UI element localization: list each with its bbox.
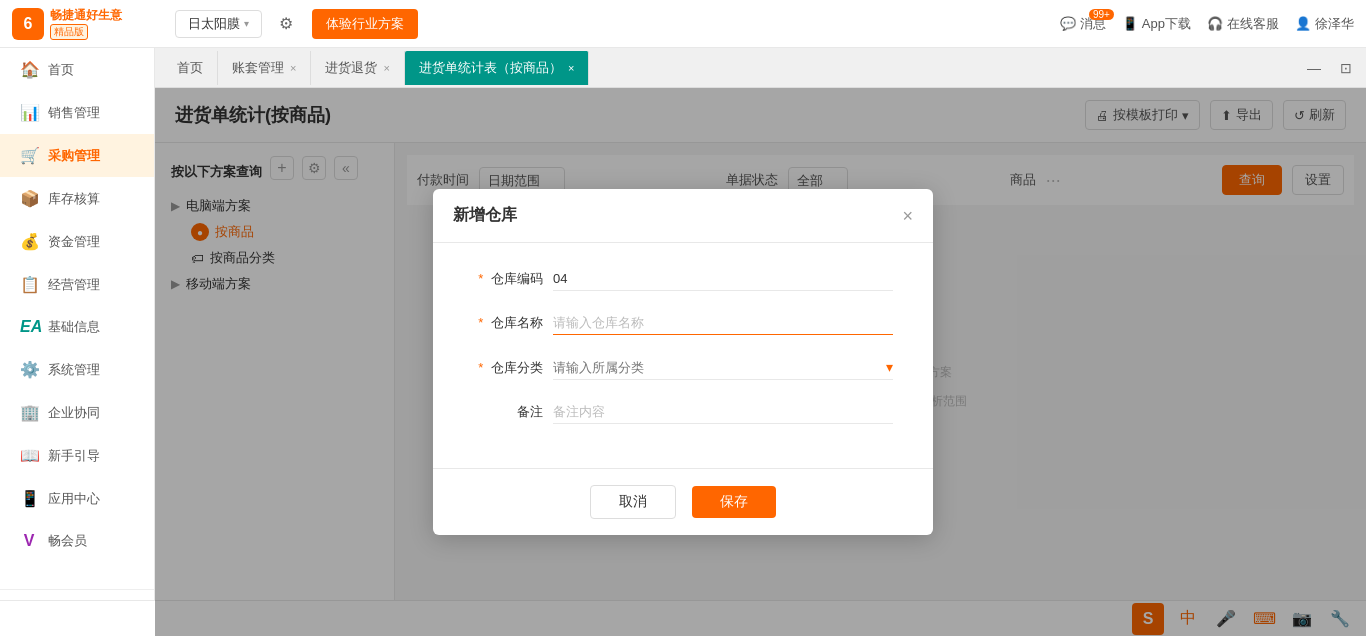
- sidebar-item-inventory[interactable]: 📦 库存核算: [0, 177, 154, 220]
- tab-account[interactable]: 账套管理 ×: [218, 51, 311, 85]
- warehouse-name-row: * 仓库名称: [473, 311, 893, 335]
- sidebar-label-finance: 资金管理: [48, 233, 100, 251]
- tab-bar-controls: — ⊡: [1302, 56, 1358, 80]
- user-avatar-icon: 👤: [1295, 16, 1311, 31]
- sidebar-label-basic-info: 基础信息: [48, 318, 100, 336]
- vip-icon: V: [20, 532, 38, 550]
- tab-close-purchase-stat[interactable]: ×: [568, 62, 574, 74]
- warehouse-category-label: * 仓库分类: [473, 359, 553, 377]
- warehouse-code-label: * 仓库编码: [473, 270, 553, 288]
- warehouse-note-input[interactable]: [553, 400, 893, 424]
- finance-icon: 💰: [20, 232, 38, 251]
- tab-maximize-icon[interactable]: ⊡: [1334, 56, 1358, 80]
- store-selector[interactable]: 日太阳膜 ▾: [175, 10, 262, 38]
- sidebar-item-basic-info[interactable]: EA 基础信息: [0, 306, 154, 348]
- tab-close-purchase-return[interactable]: ×: [383, 62, 389, 74]
- warehouse-code-input[interactable]: [553, 267, 893, 291]
- modal-body: * 仓库编码 * 仓库名称: [433, 243, 933, 468]
- cancel-button[interactable]: 取消: [590, 485, 676, 519]
- purchase-icon: 🛒: [20, 146, 38, 165]
- warehouse-category-row: * 仓库分类 ▾: [473, 355, 893, 380]
- logo-text: 畅捷通好生意 精品版: [50, 7, 122, 40]
- sidebar-item-operations[interactable]: 📋 经营管理: [0, 263, 154, 306]
- home-icon: 🏠: [20, 60, 38, 79]
- tab-minimize-icon[interactable]: —: [1302, 56, 1326, 80]
- sidebar-item-enterprise[interactable]: 🏢 企业协同: [0, 391, 154, 434]
- enterprise-icon: 🏢: [20, 403, 38, 422]
- message-icon: 💬: [1060, 16, 1076, 31]
- sidebar-label-sales: 销售管理: [48, 104, 100, 122]
- online-service-button[interactable]: 🎧 在线客服: [1207, 15, 1279, 33]
- tab-close-account[interactable]: ×: [290, 62, 296, 74]
- purchase-stat-tab-label: 进货单统计表（按商品）: [419, 59, 562, 77]
- sidebar-item-vip[interactable]: V 畅会员: [0, 520, 154, 562]
- app-center-icon: 📱: [20, 489, 38, 508]
- modal-close-button[interactable]: ×: [902, 207, 913, 225]
- sidebar-label-system: 系统管理: [48, 361, 100, 379]
- app-logo-icon: 6: [12, 8, 44, 40]
- sidebar-item-app-center[interactable]: 📱 应用中心: [0, 477, 154, 520]
- top-header: 6 畅捷通好生意 精品版 日太阳膜 ▾ ⚙ 体验行业方案 💬 消息 99+ 📱 …: [0, 0, 1366, 48]
- warehouse-note-row: 备注: [473, 400, 893, 424]
- tab-purchase-stat[interactable]: 进货单统计表（按商品） ×: [405, 51, 589, 85]
- inventory-icon: 📦: [20, 189, 38, 208]
- app-download-button[interactable]: 📱 App下载: [1122, 15, 1191, 33]
- sidebar-item-finance[interactable]: 💰 资金管理: [0, 220, 154, 263]
- warehouse-category-select[interactable]: ▾: [553, 355, 893, 380]
- tab-bar: 首页 账套管理 × 进货退货 × 进货单统计表（按商品） × — ⊡: [155, 48, 1366, 88]
- category-dropdown-icon[interactable]: ▾: [886, 359, 893, 375]
- page-area: 进货单统计(按商品) 🖨 按模板打印 ▾ ⬆ 导出 ↺ 刷新: [155, 88, 1366, 636]
- modal-overlay: 新增仓库 × * 仓库编码 *: [155, 88, 1366, 636]
- header-right: 💬 消息 99+ 📱 App下载 🎧 在线客服 👤 徐泽华: [1060, 15, 1354, 33]
- message-badge: 99+: [1089, 9, 1114, 20]
- home-tab-label: 首页: [177, 59, 203, 77]
- sales-icon: 📊: [20, 103, 38, 122]
- warehouse-name-label: * 仓库名称: [473, 314, 553, 332]
- logo-area: 6 畅捷通好生意 精品版: [12, 7, 167, 40]
- basic-info-icon: EA: [20, 318, 38, 336]
- modal-header: 新增仓库 ×: [433, 189, 933, 243]
- store-arrow-icon: ▾: [244, 18, 249, 29]
- mobile-icon: 📱: [1122, 16, 1138, 31]
- sidebar-label-inventory: 库存核算: [48, 190, 100, 208]
- logo-badge: 精品版: [50, 24, 88, 40]
- sidebar: 🏠 首页 📊 销售管理 🛒 采购管理 📦 库存核算 💰 资金管理 📋 经营管理 …: [0, 48, 155, 636]
- sidebar-item-guide[interactable]: 📖 新手引导: [0, 434, 154, 477]
- sidebar-item-sales[interactable]: 📊 销售管理: [0, 91, 154, 134]
- headset-icon: 🎧: [1207, 16, 1223, 31]
- sidebar-label-home: 首页: [48, 61, 74, 79]
- warehouse-note-label: 备注: [473, 403, 553, 421]
- modal-title: 新增仓库: [453, 205, 517, 226]
- messages-button[interactable]: 💬 消息 99+: [1060, 15, 1106, 33]
- tab-purchase-return[interactable]: 进货退货 ×: [311, 51, 404, 85]
- tab-home[interactable]: 首页: [163, 51, 218, 85]
- guide-icon: 📖: [20, 446, 38, 465]
- sidebar-label-purchase: 采购管理: [48, 147, 100, 165]
- warehouse-category-input[interactable]: [553, 360, 886, 375]
- sidebar-label-operations: 经营管理: [48, 276, 100, 294]
- main-content: 首页 账套管理 × 进货退货 × 进货单统计表（按商品） × — ⊡ 进货单统计…: [155, 48, 1366, 636]
- settings-icon[interactable]: ⚙: [270, 8, 302, 40]
- sidebar-label-guide: 新手引导: [48, 447, 100, 465]
- store-name: 日太阳膜: [188, 15, 240, 33]
- save-button[interactable]: 保存: [692, 486, 776, 518]
- purchase-return-tab-label: 进货退货: [325, 59, 377, 77]
- sidebar-item-system[interactable]: ⚙️ 系统管理: [0, 348, 154, 391]
- modal-footer: 取消 保存: [433, 468, 933, 535]
- sidebar-label-vip: 畅会员: [48, 532, 87, 550]
- sidebar-label-enterprise: 企业协同: [48, 404, 100, 422]
- system-icon: ⚙️: [20, 360, 38, 379]
- new-warehouse-modal: 新增仓库 × * 仓库编码 *: [433, 189, 933, 535]
- sidebar-label-app-center: 应用中心: [48, 490, 100, 508]
- warehouse-name-input[interactable]: [553, 311, 893, 335]
- sidebar-item-home[interactable]: 🏠 首页: [0, 48, 154, 91]
- user-profile-button[interactable]: 👤 徐泽华: [1295, 15, 1354, 33]
- account-tab-label: 账套管理: [232, 59, 284, 77]
- trial-button[interactable]: 体验行业方案: [312, 9, 418, 39]
- warehouse-code-row: * 仓库编码: [473, 267, 893, 291]
- operations-icon: 📋: [20, 275, 38, 294]
- sidebar-item-purchase[interactable]: 🛒 采购管理: [0, 134, 154, 177]
